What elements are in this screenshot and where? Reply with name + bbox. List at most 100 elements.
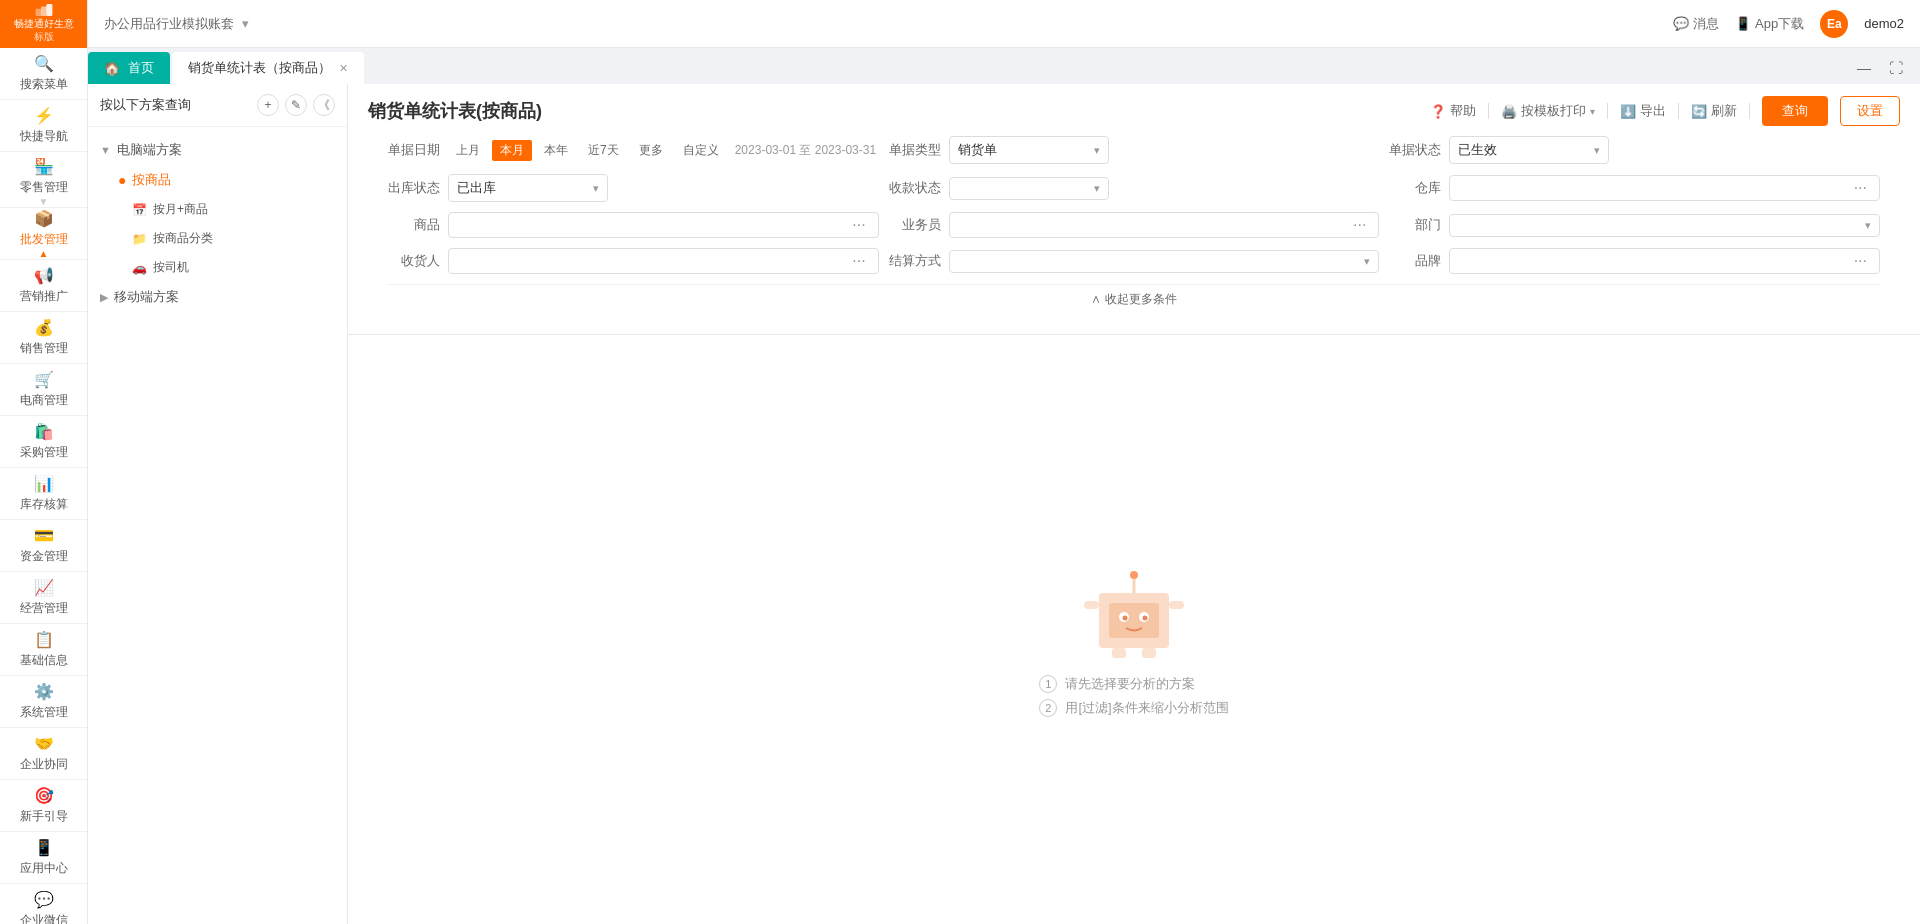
- receiver-control: ···: [448, 248, 879, 274]
- sidebar-item-wechat[interactable]: 💬 企业微信: [0, 884, 87, 924]
- date-tab-7days[interactable]: 近7天: [580, 140, 627, 161]
- sidebar-item-system-label: 系统管理: [20, 704, 68, 721]
- warehouse-dots-icon[interactable]: ···: [1850, 180, 1871, 196]
- app-center-icon: 📱: [34, 838, 54, 857]
- sidebar-item-purchase[interactable]: 🛍️ 采购管理: [0, 416, 87, 468]
- sidebar-item-search-label: 搜索菜单: [20, 76, 68, 93]
- receiver-dots-icon[interactable]: ···: [848, 253, 869, 269]
- tree-group-mobile-header[interactable]: ▶ 移动端方案: [88, 282, 347, 312]
- filter-staff-cell: 业务员 ···: [889, 212, 1380, 238]
- purchase-icon: 🛍️: [34, 422, 54, 441]
- app-download-icon: 📱: [1735, 16, 1751, 31]
- sidebar-item-sales-mgmt-label: 销售管理: [20, 340, 68, 357]
- dropdown-arrow-icon[interactable]: ▾: [242, 16, 249, 31]
- settlement-control: ▾: [949, 250, 1380, 273]
- edit-scheme-btn[interactable]: ✎: [285, 94, 307, 116]
- tab-bar-minimize-btn[interactable]: —: [1852, 56, 1876, 80]
- query-btn[interactable]: 查询: [1762, 96, 1828, 126]
- help-btn[interactable]: ❓ 帮助: [1430, 102, 1476, 120]
- goods-select[interactable]: ···: [448, 212, 879, 238]
- paymentstatus-label: 收款状态: [889, 179, 941, 197]
- doctype-select[interactable]: 销货单 ▾: [949, 136, 1109, 164]
- date-tab-custom[interactable]: 自定义: [675, 140, 727, 161]
- staff-select[interactable]: ···: [949, 212, 1380, 238]
- sidebar-item-search[interactable]: 🔍 搜索菜单: [0, 48, 87, 100]
- filter-settlement-cell: 结算方式 ▾: [889, 248, 1380, 274]
- tree-group-pc: ▼ 电脑端方案 ● 按商品 📅 按月+商品 📁 按商品分类: [88, 135, 347, 282]
- tab-sales-stat[interactable]: 销货单统计表（按商品） ✕: [172, 52, 364, 84]
- filter-row-2: 出库状态 已出库 ▾ 收款状态: [388, 174, 1880, 202]
- ecommerce-icon: 🛒: [34, 370, 54, 389]
- logo-text: 畅捷通好生意: [14, 18, 74, 30]
- tab-bar: 🏠 首页 销货单统计表（按商品） ✕ — ⛶: [88, 48, 1920, 84]
- sidebar-item-app-center[interactable]: 📱 应用中心: [0, 832, 87, 884]
- date-label: 单据日期: [388, 141, 440, 159]
- warehouse-select[interactable]: ···: [1449, 175, 1880, 201]
- tree-item-by-goods[interactable]: ● 按商品: [88, 165, 347, 195]
- brand-dots-icon[interactable]: ···: [1850, 253, 1871, 269]
- settings-btn[interactable]: 设置: [1840, 96, 1900, 126]
- receiver-select[interactable]: ···: [448, 248, 879, 274]
- paymentstatus-arrow-icon: ▾: [1094, 182, 1100, 195]
- staff-dots-icon[interactable]: ···: [1349, 217, 1370, 233]
- tab-bar-expand-btn[interactable]: ⛶: [1884, 56, 1908, 80]
- filter-row-3: 商品 ··· 业务员: [388, 212, 1880, 238]
- export-btn[interactable]: ⬇️ 导出: [1620, 102, 1666, 120]
- tree-item-by-month-goods[interactable]: 📅 按月+商品: [88, 195, 347, 224]
- sidebar-item-marketing[interactable]: 📢 营销推广: [0, 260, 87, 312]
- sidebar-item-retail-label: 零售管理: [20, 179, 68, 196]
- date-tab-cur-month[interactable]: 本月: [492, 140, 532, 161]
- avatar[interactable]: Ea: [1820, 10, 1848, 38]
- template-print-arrow: ▾: [1590, 106, 1595, 117]
- docstatus-select[interactable]: 已生效 ▾: [1449, 136, 1609, 164]
- sidebar-item-inventory[interactable]: 📊 库存核算: [0, 468, 87, 520]
- tab-close-btn[interactable]: ✕: [339, 62, 348, 75]
- tree-item-by-driver[interactable]: 🚗 按司机: [88, 253, 347, 282]
- goods-dots-icon[interactable]: ···: [848, 217, 869, 233]
- sidebar-item-wholesale-label: 批发管理: [20, 231, 68, 248]
- refresh-btn[interactable]: 🔄 刷新: [1691, 102, 1737, 120]
- staff-control: ···: [949, 212, 1380, 238]
- settlement-select[interactable]: ▾: [949, 250, 1380, 273]
- avatar-initial: Ea: [1827, 17, 1842, 31]
- tree-item-by-category[interactable]: 📁 按商品分类: [88, 224, 347, 253]
- sidebar-item-basic[interactable]: 📋 基础信息: [0, 624, 87, 676]
- collapse-bar[interactable]: ∧ 收起更多条件: [388, 284, 1880, 314]
- paymentstatus-control: ▾: [949, 177, 1380, 200]
- sidebar-item-system[interactable]: ⚙️ 系统管理: [0, 676, 87, 728]
- sidebar-item-finance[interactable]: 💳 资金管理: [0, 520, 87, 572]
- svg-rect-1: [41, 6, 47, 16]
- tree-item-by-category-label: 按商品分类: [153, 230, 213, 247]
- svg-point-10: [1130, 571, 1138, 579]
- sidebar-item-quick-nav[interactable]: ⚡ 快捷导航: [0, 100, 87, 152]
- empty-illustration: [1074, 543, 1194, 663]
- sidebar-item-enterprise[interactable]: 🤝 企业协同: [0, 728, 87, 780]
- date-tab-more[interactable]: 更多: [631, 140, 671, 161]
- sidebar-item-operation[interactable]: 📈 经营管理: [0, 572, 87, 624]
- paymentstatus-select[interactable]: ▾: [949, 177, 1109, 200]
- app-download-btn[interactable]: 📱 App下载: [1735, 15, 1804, 33]
- help-icon: ❓: [1430, 104, 1446, 119]
- sidebar-item-retail[interactable]: 🏪 零售管理 ▼: [0, 156, 87, 208]
- template-print-btn[interactable]: 🖨️ 按模板打印 ▾: [1501, 102, 1595, 120]
- date-tab-year[interactable]: 本年: [536, 140, 576, 161]
- left-panel-title: 按以下方案查询: [100, 96, 191, 114]
- tab-home[interactable]: 🏠 首页: [88, 52, 170, 84]
- filter-warehouse-cell: 仓库 ···: [1389, 174, 1880, 202]
- outstatus-select[interactable]: 已出库 ▾: [448, 174, 608, 202]
- page-header-top: 销货单统计表(按商品) ❓ 帮助 🖨️ 按模板打印 ▾: [368, 96, 1900, 126]
- doctype-arrow-icon: ▾: [1094, 144, 1100, 157]
- date-tab-prev-month[interactable]: 上月: [448, 140, 488, 161]
- dept-select[interactable]: ▾: [1449, 214, 1880, 237]
- tree-group-pc-label: 电脑端方案: [117, 141, 182, 159]
- sidebar-item-wholesale[interactable]: 📦 批发管理 ▲: [0, 208, 87, 260]
- sidebar-item-ecommerce[interactable]: 🛒 电商管理: [0, 364, 87, 416]
- collapse-panel-btn[interactable]: 《: [313, 94, 335, 116]
- warehouse-control: ···: [1449, 175, 1880, 201]
- sidebar-item-newbie[interactable]: 🎯 新手引导: [0, 780, 87, 832]
- brand-select[interactable]: ···: [1449, 248, 1880, 274]
- sidebar-item-sales-mgmt[interactable]: 💰 销售管理: [0, 312, 87, 364]
- tree-group-pc-header[interactable]: ▼ 电脑端方案: [88, 135, 347, 165]
- add-scheme-btn[interactable]: +: [257, 94, 279, 116]
- message-btn[interactable]: 💬 消息: [1673, 15, 1719, 33]
